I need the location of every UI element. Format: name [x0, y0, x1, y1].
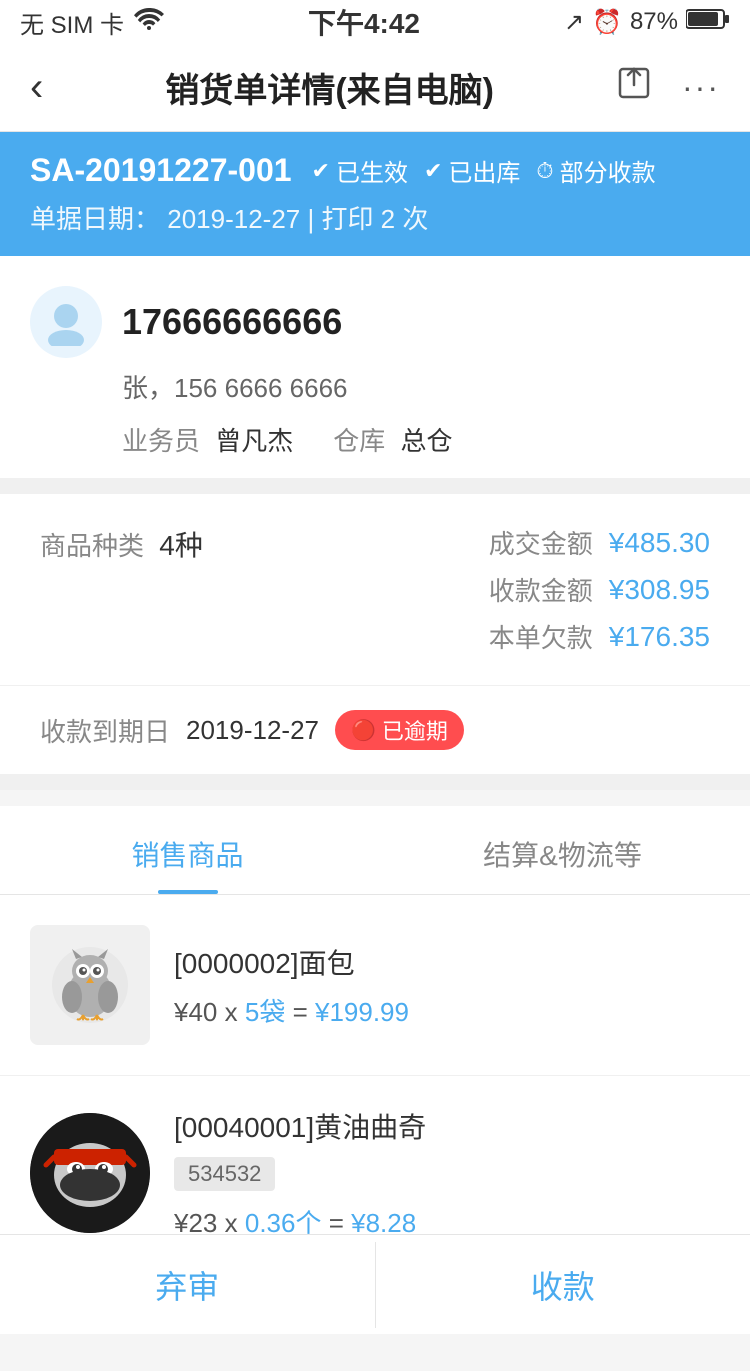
price-1: ¥40 — [174, 997, 217, 1027]
order-id: SA-20191227-001 — [30, 152, 292, 189]
product-name-1: [0000002]面包 — [174, 942, 720, 982]
types-label: 商品种类 — [40, 531, 144, 561]
customer-id: 17666666666 — [122, 301, 342, 343]
battery-text: 87% — [630, 8, 678, 36]
types-info: 商品种类 4种 — [40, 524, 203, 564]
debt-label: 本单欠款 — [489, 618, 593, 655]
share-icon[interactable] — [616, 65, 652, 110]
status-time: 下午4:42 — [308, 2, 420, 42]
product-price-1: ¥40 x 5袋 = ¥199.99 — [174, 992, 720, 1029]
tag-shipped: ✔ 已出库 — [424, 153, 520, 188]
collect-payment-button[interactable]: 收款 — [376, 1242, 750, 1328]
abandon-audit-button[interactable]: 弃审 — [0, 1242, 376, 1328]
overdue-badge-text: 已逾期 — [382, 714, 448, 746]
summary-row: 商品种类 4种 成交金额 ¥485.30 收款金额 ¥308.95 本单欠款 ¥… — [40, 524, 710, 655]
overdue-section: 收款到期日 2019-12-27 🔴 已逾期 — [0, 685, 750, 774]
more-icon[interactable]: ··· — [682, 69, 720, 106]
nav-actions: ··· — [616, 65, 720, 110]
tab-sales-label: 销售商品 — [131, 840, 243, 871]
product-list: [0000002]面包 ¥40 x 5袋 = ¥199.99 — [0, 895, 750, 1271]
received-label: 收款金额 — [489, 571, 593, 608]
status-bar: 无 SIM 卡 下午4:42 ↗ ⏰ 87% — [0, 0, 750, 44]
abandon-audit-label: 弃审 — [155, 1269, 219, 1305]
wifi-icon — [134, 8, 164, 37]
divider-2 — [0, 774, 750, 790]
customer-row: 17666666666 — [30, 286, 720, 358]
collect-payment-label: 收款 — [531, 1269, 595, 1305]
product-sku-2: 534532 — [174, 1157, 275, 1191]
tag-effective-label: 已生效 — [336, 153, 408, 188]
location-icon: ↗ — [564, 8, 584, 37]
order-date-info: 单据日期： 2019-12-27 | 打印 2 次 — [30, 199, 720, 236]
tab-settlement[interactable]: 结算&物流等 — [375, 806, 750, 894]
customer-sub-info: 张，156 6666 6666 — [30, 368, 720, 405]
date-label: 单据日期： — [30, 204, 160, 234]
status-left: 无 SIM 卡 — [20, 5, 164, 40]
warehouse-label: 仓库 — [333, 426, 385, 456]
bottom-bar: 弃审 收款 — [0, 1234, 750, 1334]
salesman-label: 业务员 — [122, 426, 200, 456]
debt-amount: ¥176.35 — [609, 621, 710, 653]
print-info: | 打印 2 次 — [307, 204, 428, 234]
customer-section: 17666666666 张，156 6666 6666 业务员 曾凡杰 仓库 总… — [0, 256, 750, 478]
received-amount: ¥308.95 — [609, 574, 710, 606]
total-1: ¥199.99 — [315, 997, 409, 1027]
status-right: ↗ ⏰ 87% — [564, 8, 730, 37]
order-banner: SA-20191227-001 ✔ 已生效 ✔ 已出库 ⏱ 部分收款 单据日期：… — [0, 132, 750, 256]
overdue-badge: 🔴 已逾期 — [335, 710, 464, 750]
overdue-date: 2019-12-27 — [186, 715, 319, 746]
amounts: 成交金额 ¥485.30 收款金额 ¥308.95 本单欠款 ¥176.35 — [489, 524, 710, 655]
divider-1 — [0, 478, 750, 494]
product-thumb-2 — [30, 1113, 150, 1233]
qty-1: 5袋 — [245, 997, 285, 1027]
list-item: [0000002]面包 ¥40 x 5袋 = ¥199.99 — [0, 895, 750, 1076]
summary-section: 商品种类 4种 成交金额 ¥485.30 收款金额 ¥308.95 本单欠款 ¥… — [0, 494, 750, 685]
tag-effective: ✔ 已生效 — [312, 153, 408, 188]
battery-icon — [686, 8, 730, 37]
debt-amount-row: 本单欠款 ¥176.35 — [489, 618, 710, 655]
warehouse-value: 总仓 — [401, 426, 453, 456]
salesman-value: 曾凡杰 — [215, 426, 293, 456]
tab-sales-products[interactable]: 销售商品 — [0, 806, 375, 894]
tab-settlement-label: 结算&物流等 — [483, 840, 642, 871]
customer-details: 业务员 曾凡杰 仓库 总仓 — [30, 421, 720, 458]
product-thumb-1 — [30, 925, 150, 1045]
product-info-1: [0000002]面包 ¥40 x 5袋 = ¥199.99 — [174, 942, 720, 1029]
back-button[interactable]: ‹ — [30, 65, 43, 110]
deal-label: 成交金额 — [489, 524, 593, 561]
order-tags: ✔ 已生效 ✔ 已出库 ⏱ 部分收款 — [312, 153, 656, 188]
tag-partial: ⏱ 部分收款 — [536, 153, 655, 188]
product-info-2: [00040001]黄油曲奇 534532 ¥23 x 0.36个 = ¥8.2… — [174, 1106, 720, 1240]
network-status: 无 SIM 卡 — [20, 5, 124, 40]
nav-bar: ‹ 销货单详情(来自电脑) ··· — [0, 44, 750, 132]
alarm-icon: ⏰ — [592, 8, 622, 37]
page-title: 销货单详情(来自电脑) — [165, 63, 494, 112]
tag-partial-label: 部分收款 — [560, 153, 656, 188]
deal-amount-row: 成交金额 ¥485.30 — [489, 524, 710, 561]
overdue-alert-icon: 🔴 — [351, 718, 376, 743]
deal-amount: ¥485.30 — [609, 527, 710, 559]
types-count: 4种 — [159, 530, 203, 561]
received-amount-row: 收款金额 ¥308.95 — [489, 571, 710, 608]
tabs-container: 销售商品 结算&物流等 — [0, 806, 750, 895]
avatar — [30, 286, 102, 358]
tag-shipped-label: 已出库 — [448, 153, 520, 188]
product-name-2: [00040001]黄油曲奇 — [174, 1106, 720, 1146]
overdue-label: 收款到期日 — [40, 712, 170, 749]
order-date: 2019-12-27 — [167, 204, 300, 234]
tabs-row: 销售商品 结算&物流等 — [0, 806, 750, 894]
